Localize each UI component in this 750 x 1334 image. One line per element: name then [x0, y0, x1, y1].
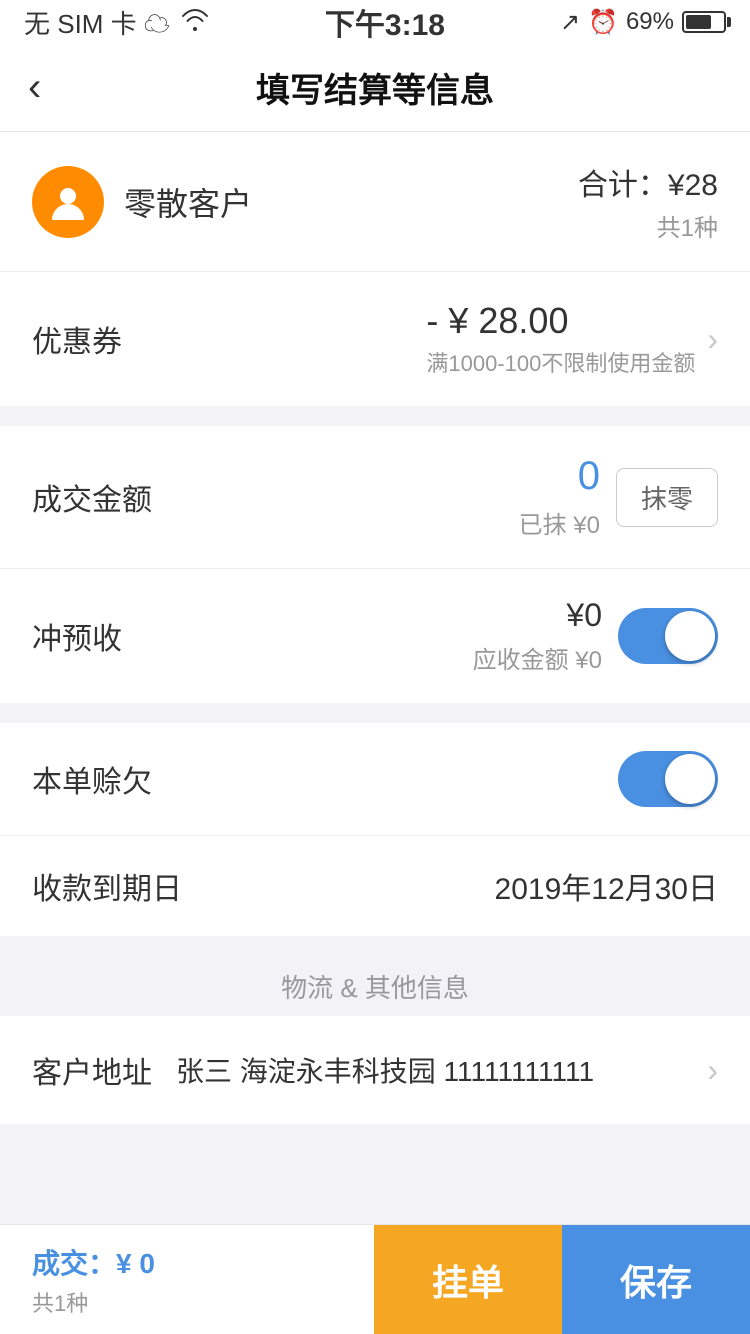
page-title: 填写结算等信息: [256, 63, 494, 112]
debt-row: 本单赊欠: [0, 723, 750, 835]
coupon-description: 满1000-100不限制使用金额: [426, 346, 695, 378]
status-bar: 无 SIM 卡 ☁ 下午3:18 ↗ ⏰ 69%: [0, 0, 750, 44]
total-count: 共1种: [578, 208, 718, 243]
back-button[interactable]: ‹: [28, 65, 41, 110]
customer-name: 零散客户: [124, 179, 252, 225]
location-icon: ↗: [560, 8, 580, 37]
bottom-deal-amount: ¥ 0: [116, 1248, 155, 1279]
hold-button[interactable]: 挂单: [374, 1225, 562, 1334]
wifi-icon: [180, 7, 210, 38]
debt-right: [618, 751, 718, 807]
alarm-icon: ⏰: [588, 8, 618, 37]
deal-section: 成交金额 0 已抹 ¥0 抹零 冲预收 ¥0 应收金额 ¥0: [0, 426, 750, 703]
customer-total: 合计：¥28 共1种: [578, 160, 718, 243]
coupon-label: 优惠券: [32, 317, 122, 361]
nav-bar: ‹ 填写结算等信息: [0, 44, 750, 132]
bottom-deal-text: 成交：¥ 0: [32, 1242, 342, 1282]
bottom-count: 共1种: [32, 1286, 342, 1318]
status-left: 无 SIM 卡 ☁: [24, 4, 210, 41]
address-section: 客户地址 张三 海淀永丰科技园 11111111111 ›: [0, 1016, 750, 1124]
address-row[interactable]: 客户地址 张三 海淀永丰科技园 11111111111 ›: [0, 1016, 750, 1124]
logistics-divider: 物流 & 其他信息: [0, 956, 750, 1016]
bottom-bar: 成交：¥ 0 共1种 挂单 保存: [0, 1224, 750, 1334]
coupon-right: - ¥ 28.00 满1000-100不限制使用金额 ›: [426, 300, 718, 378]
debt-toggle-knob: [665, 754, 715, 804]
total-amount: 合计：¥28: [578, 160, 718, 204]
bottom-deal-label: 成交：: [32, 1248, 116, 1279]
debt-toggle[interactable]: [618, 751, 718, 807]
customer-info: 零散客户: [32, 166, 252, 238]
prepay-sub-text: 应收金额 ¥0: [473, 640, 602, 675]
prepay-label: 冲预收: [32, 614, 122, 658]
customer-section: 零散客户 合计：¥28 共1种 优惠券 - ¥ 28.00 满1000-100不…: [0, 132, 750, 406]
save-button-label: 保存: [620, 1254, 692, 1306]
prepay-toggle[interactable]: [618, 608, 718, 664]
coupon-row[interactable]: 优惠券 - ¥ 28.00 满1000-100不限制使用金额 ›: [0, 271, 750, 406]
address-chevron-icon: ›: [707, 1052, 718, 1089]
logistics-label: 物流 & 其他信息: [281, 968, 469, 1005]
bottom-info: 成交：¥ 0 共1种: [0, 1242, 374, 1318]
prepay-amount: ¥0: [473, 597, 602, 634]
no-sim-text: 无 SIM 卡 ☁: [24, 4, 170, 41]
deal-sub-text: 已抹 ¥0: [519, 505, 600, 540]
address-chevron: ›: [707, 1052, 718, 1089]
coupon-discount: - ¥ 28.00: [426, 300, 695, 342]
status-right: ↗ ⏰ 69%: [560, 8, 726, 37]
status-time: 下午3:18: [325, 0, 445, 44]
debt-label: 本单赊欠: [32, 757, 152, 801]
battery-icon: [682, 11, 726, 33]
deal-label: 成交金额: [32, 475, 152, 519]
avatar: [32, 166, 104, 238]
hold-button-label: 挂单: [432, 1254, 504, 1306]
prepay-row: 冲预收 ¥0 应收金额 ¥0: [0, 568, 750, 703]
prepay-right: ¥0 应收金额 ¥0: [473, 597, 718, 675]
save-button[interactable]: 保存: [562, 1225, 750, 1334]
toggle-knob: [665, 611, 715, 661]
deal-amount-input[interactable]: 0: [519, 454, 600, 499]
round-zero-button[interactable]: 抹零: [616, 468, 718, 527]
due-date-row: 收款到期日 2019年12月30日: [0, 835, 750, 936]
customer-row: 零散客户 合计：¥28 共1种: [0, 132, 750, 271]
due-date-value: 2019年12月30日: [495, 864, 718, 908]
battery-percent: 69%: [626, 8, 674, 36]
address-label: 客户地址: [32, 1048, 152, 1092]
deal-right: 0 已抹 ¥0 抹零: [519, 454, 718, 540]
address-value: 张三 海淀永丰科技园 11111111111: [176, 1050, 707, 1090]
due-date-label: 收款到期日: [32, 864, 182, 908]
deal-row: 成交金额 0 已抹 ¥0 抹零: [0, 426, 750, 568]
debt-section: 本单赊欠 收款到期日 2019年12月30日: [0, 723, 750, 936]
chevron-right-icon: ›: [707, 321, 718, 358]
